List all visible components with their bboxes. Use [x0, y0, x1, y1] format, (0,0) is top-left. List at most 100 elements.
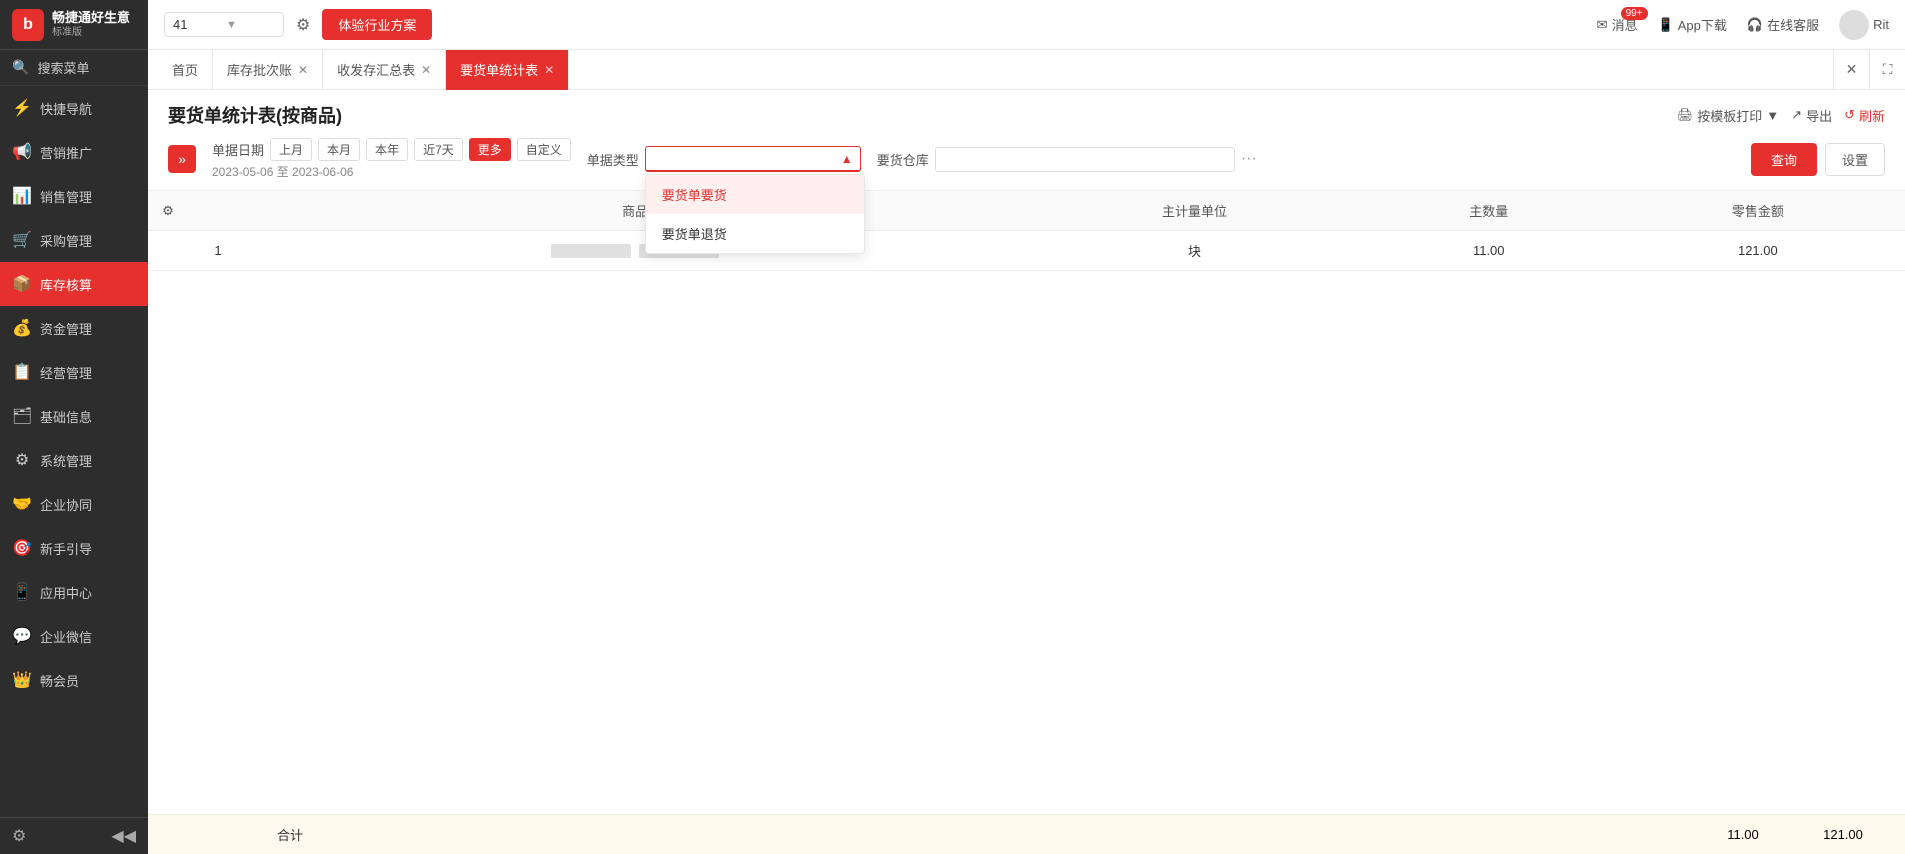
user-menu[interactable]: Rit	[1839, 10, 1889, 40]
refresh-icon: ↺	[1844, 107, 1855, 123]
sidebar-search[interactable]: 🔍 搜索菜单	[0, 50, 148, 86]
row-product-cell	[248, 231, 1022, 271]
dropdown-item-order-return[interactable]: 要货单退货	[646, 214, 864, 253]
doc-type-section: 单据类型 ▲ 要货单要货 要货单退货	[587, 146, 861, 172]
table-header-row: ⚙ 商品 主计量单位 主数量 零售金额	[148, 191, 1905, 231]
sidebar-item-enterprise[interactable]: 🤝 企业协同	[0, 482, 148, 526]
tab-home[interactable]: 首页	[158, 50, 213, 90]
topbar: 41 ▼ ⚙ 体验行业方案 ✉ 消息 99+ 📱 App下载 🎧 在线客服 R	[148, 0, 1905, 50]
message-icon: ✉	[1597, 17, 1608, 33]
tab-close-all-btn[interactable]: ✕	[1833, 50, 1869, 90]
date-label: 单据日期	[212, 140, 264, 159]
messages-badge: 99+	[1621, 7, 1648, 20]
sidebar-item-sales[interactable]: 📊 销售管理	[0, 174, 148, 218]
date-range-display: 2023-05-06 至 2023-06-06	[212, 163, 571, 180]
quick-nav-icon: ⚡	[12, 98, 32, 118]
sidebar-item-system[interactable]: ⚙ 系统管理	[0, 438, 148, 482]
date-last-7-days-btn[interactable]: 近7天	[414, 138, 463, 161]
refresh-btn[interactable]: ↺ 刷新	[1844, 106, 1885, 125]
export-label: 导出	[1806, 106, 1832, 125]
sidebar-bottom: ⚙ ◀◀	[0, 817, 148, 854]
branch-selector[interactable]: 41 ▼	[164, 12, 284, 37]
row-amount-cell: 121.00	[1611, 231, 1905, 271]
footer-total-label: 合计	[260, 825, 320, 844]
tab-order-stats-label: 要货单统计表	[460, 60, 538, 79]
online-service-btn[interactable]: 🎧 在线客服	[1747, 15, 1819, 34]
dropdown-item-order-goods[interactable]: 要货单要货	[646, 175, 864, 214]
tab-order-stats[interactable]: 要货单统计表 ✕	[446, 50, 569, 90]
tab-order-stats-close[interactable]: ✕	[544, 63, 554, 77]
date-this-month-btn[interactable]: 本月	[318, 138, 360, 161]
data-table: ⚙ 商品 主计量单位 主数量 零售金额 1	[148, 191, 1905, 271]
topbar-right: ✉ 消息 99+ 📱 App下载 🎧 在线客服 Rit	[1597, 10, 1889, 40]
print-chevron-icon: ▼	[1766, 108, 1779, 123]
sidebar-item-quick-nav[interactable]: ⚡ 快捷导航	[0, 86, 148, 130]
app-download-btn[interactable]: 📱 App下载	[1658, 15, 1727, 34]
col-settings[interactable]: ⚙	[148, 191, 188, 231]
sidebar-item-finance[interactable]: 💰 资金管理	[0, 306, 148, 350]
sidebar-item-wechat[interactable]: 💬 企业微信	[0, 614, 148, 658]
row-unit-cell: 块	[1022, 231, 1367, 271]
col-product: 商品	[248, 191, 1022, 231]
sidebar-item-app-center[interactable]: 📱 应用中心	[0, 570, 148, 614]
operations-icon: 📋	[12, 362, 32, 382]
date-last-month-btn[interactable]: 上月	[270, 138, 312, 161]
doc-type-input[interactable]	[645, 146, 861, 172]
sidebar-item-basic-info[interactable]: 🗂 基础信息	[0, 394, 148, 438]
online-service-label: 在线客服	[1767, 15, 1819, 34]
system-icon: ⚙	[12, 450, 32, 470]
app-name: 畅捷通好生意	[52, 10, 130, 27]
query-btn[interactable]: 查询	[1751, 143, 1817, 176]
app-download-label: App下载	[1678, 15, 1727, 34]
print-btn[interactable]: 🖨 按模板打印 ▼	[1677, 106, 1779, 125]
tab-inventory-batch-close[interactable]: ✕	[298, 63, 308, 77]
warehouse-input[interactable]	[935, 147, 1235, 172]
tabs-actions: ✕ ⛶	[1833, 50, 1905, 90]
sidebar-item-purchase[interactable]: 🛒 采购管理	[0, 218, 148, 262]
sales-icon: 📊	[12, 186, 32, 206]
sidebar-item-marketing[interactable]: 📢 营销推广	[0, 130, 148, 174]
collapse-icon[interactable]: ◀◀	[111, 826, 136, 846]
settings-filter-btn[interactable]: 设置	[1825, 143, 1885, 176]
sidebar-item-label: 企业协同	[40, 495, 92, 514]
date-this-year-btn[interactable]: 本年	[366, 138, 408, 161]
sidebar-item-guide[interactable]: 🎯 新手引导	[0, 526, 148, 570]
table-settings-icon: ⚙	[162, 203, 174, 218]
trial-btn[interactable]: 体验行业方案	[322, 9, 432, 40]
tab-inventory-batch-label: 库存批次账	[227, 60, 292, 79]
settings-icon[interactable]: ⚙	[12, 826, 26, 846]
table-footer: 合计 11.00 121.00	[148, 814, 1905, 854]
sidebar-item-label: 企业微信	[40, 627, 92, 646]
export-btn[interactable]: ↗ 导出	[1791, 106, 1832, 125]
topbar-gear-icon[interactable]: ⚙	[296, 15, 310, 35]
warehouse-more-icon[interactable]: ···	[1241, 150, 1257, 168]
sidebar-item-label: 应用中心	[40, 583, 92, 602]
sidebar-item-label: 经营管理	[40, 363, 92, 382]
doc-type-label: 单据类型	[587, 150, 639, 169]
col-no	[188, 191, 248, 231]
sidebar-item-inventory[interactable]: 📦 库存核算	[0, 262, 148, 306]
service-icon: 🎧	[1747, 17, 1763, 33]
filter-expand-btn[interactable]: »	[168, 145, 196, 173]
row-quantity-cell: 11.00	[1367, 231, 1611, 271]
print-label: 按模板打印	[1697, 106, 1762, 125]
sidebar: b 畅捷通好生意 标准版 🔍 搜索菜单 ⚡ 快捷导航 📢 营销推广 📊 销售管理…	[0, 0, 148, 854]
date-custom-btn[interactable]: 自定义	[517, 138, 571, 161]
enterprise-icon: 🤝	[12, 494, 32, 514]
col-amount: 零售金额	[1611, 191, 1905, 231]
row-no-cell: 1	[188, 231, 248, 271]
tab-collect-summary-close[interactable]: ✕	[421, 63, 431, 77]
export-icon: ↗	[1791, 107, 1802, 123]
sidebar-item-member[interactable]: 👑 畅会员	[0, 658, 148, 702]
search-icon: 🔍	[12, 59, 29, 76]
sidebar-item-label: 系统管理	[40, 451, 92, 470]
sidebar-item-label: 销售管理	[40, 187, 92, 206]
col-quantity: 主数量	[1367, 191, 1611, 231]
tab-expand-btn[interactable]: ⛶	[1869, 50, 1905, 90]
sidebar-item-operations[interactable]: 📋 经营管理	[0, 350, 148, 394]
messages-btn[interactable]: ✉ 消息 99+	[1597, 15, 1638, 34]
tab-collect-summary[interactable]: 收发存汇总表 ✕	[323, 50, 446, 90]
warehouse-label: 要货仓库	[877, 150, 929, 169]
tab-inventory-batch[interactable]: 库存批次账 ✕	[213, 50, 323, 90]
date-more-btn[interactable]: 更多	[469, 138, 511, 161]
